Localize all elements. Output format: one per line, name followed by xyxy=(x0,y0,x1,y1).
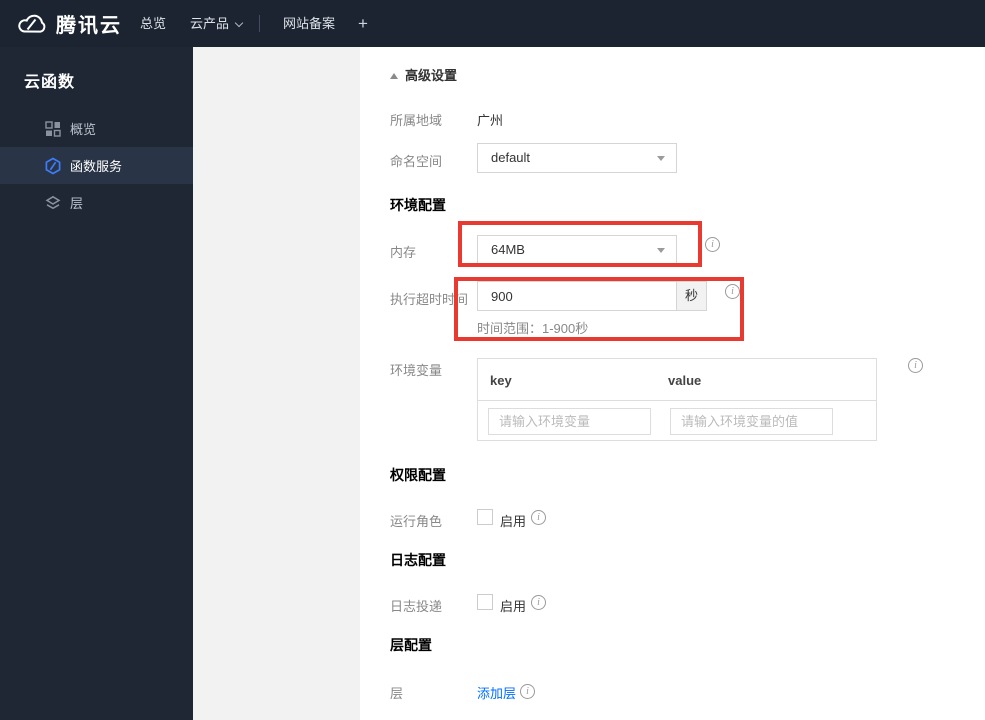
log-delivery-enable-label: 启用 xyxy=(500,599,527,614)
add-layer-info-icon[interactable] xyxy=(520,684,535,699)
region-value: 广州 xyxy=(477,113,504,128)
nav-overview[interactable]: 总览 xyxy=(140,0,166,47)
namespace-dropdown[interactable]: default xyxy=(477,143,677,173)
sidebar: 云函数 概览 函数服务 层 xyxy=(0,47,193,720)
log-delivery-label: 日志投递 xyxy=(390,599,443,614)
env-vars-label: 环境变量 xyxy=(390,363,443,378)
region-label: 所属地域 xyxy=(390,113,443,128)
main-content: 高级设置 所属地域 广州 命名空间 default 环境配置 内存 64MB 执… xyxy=(360,47,985,720)
caret-down-icon xyxy=(657,156,665,161)
layer-config-heading: 层配置 xyxy=(390,637,432,653)
run-role-enable-label: 启用 xyxy=(500,514,527,529)
env-vars-info-icon[interactable] xyxy=(908,358,923,373)
log-delivery-info-icon[interactable] xyxy=(531,595,546,610)
add-layer-link[interactable]: 添加层 xyxy=(477,683,516,702)
env-vars-key-header: key xyxy=(490,373,512,388)
env-vars-table: key value xyxy=(477,358,877,441)
memory-dropdown[interactable]: 64MB xyxy=(477,235,677,265)
brand-name: 腾讯云 xyxy=(56,15,122,37)
tencent-cloud-logo-icon xyxy=(16,12,47,35)
sidebar-item-function-service[interactable]: 函数服务 xyxy=(0,147,193,184)
layers-icon xyxy=(44,194,62,212)
env-var-key-input[interactable] xyxy=(488,408,651,435)
nav-cloud-products-label: 云产品 xyxy=(190,16,230,31)
caret-down-icon xyxy=(657,248,665,253)
timeout-input[interactable] xyxy=(477,281,677,311)
log-delivery-enable-checkbox[interactable] xyxy=(477,594,493,610)
brand-home-link[interactable]: 腾讯云 xyxy=(16,0,122,47)
memory-dropdown-value: 64MB xyxy=(491,242,525,257)
advanced-settings-label: 高级设置 xyxy=(405,68,458,83)
run-role-info-icon[interactable] xyxy=(531,510,546,525)
env-var-value-input[interactable] xyxy=(670,408,833,435)
sidebar-item-layers[interactable]: 层 xyxy=(0,184,193,221)
overview-grid-icon xyxy=(44,120,62,138)
namespace-label: 命名空间 xyxy=(390,154,443,169)
env-config-heading: 环境配置 xyxy=(390,197,446,213)
sidebar-item-label: 函数服务 xyxy=(70,159,123,174)
add-shortcut-button[interactable]: + xyxy=(358,0,368,47)
sidebar-item-overview[interactable]: 概览 xyxy=(0,110,193,147)
chevron-down-icon xyxy=(234,18,244,28)
sidebar-product-title: 云函数 xyxy=(24,74,76,91)
sidebar-item-label: 层 xyxy=(70,196,84,211)
log-config-heading: 日志配置 xyxy=(390,552,446,568)
permission-config-heading: 权限配置 xyxy=(390,467,446,483)
topbar: 腾讯云 总览 云产品 网站备案 + xyxy=(0,0,985,47)
env-vars-header-divider xyxy=(478,400,876,401)
timeout-unit-suffix: 秒 xyxy=(677,281,707,311)
nav-cloud-products[interactable]: 云产品 xyxy=(190,0,244,47)
sidebar-item-label: 概览 xyxy=(70,122,97,137)
nav-website-icp[interactable]: 网站备案 xyxy=(283,0,335,47)
namespace-dropdown-value: default xyxy=(491,150,531,165)
timeout-hint: 时间范围：1-900秒 xyxy=(477,321,589,336)
advanced-settings-toggle[interactable]: 高级设置 xyxy=(390,65,457,84)
env-vars-value-header: value xyxy=(668,373,702,388)
function-service-hexagon-icon xyxy=(44,157,62,175)
timeout-info-icon[interactable] xyxy=(725,284,740,299)
memory-label: 内存 xyxy=(390,245,417,260)
memory-info-icon[interactable] xyxy=(705,237,720,252)
timeout-label: 执行超时时间 xyxy=(390,292,469,307)
collapsed-secondary-panel xyxy=(193,47,360,720)
collapse-triangle-icon xyxy=(390,73,398,79)
topbar-divider xyxy=(259,15,260,32)
layer-label: 层 xyxy=(390,686,404,701)
run-role-label: 运行角色 xyxy=(390,514,443,529)
run-role-enable-checkbox[interactable] xyxy=(477,509,493,525)
